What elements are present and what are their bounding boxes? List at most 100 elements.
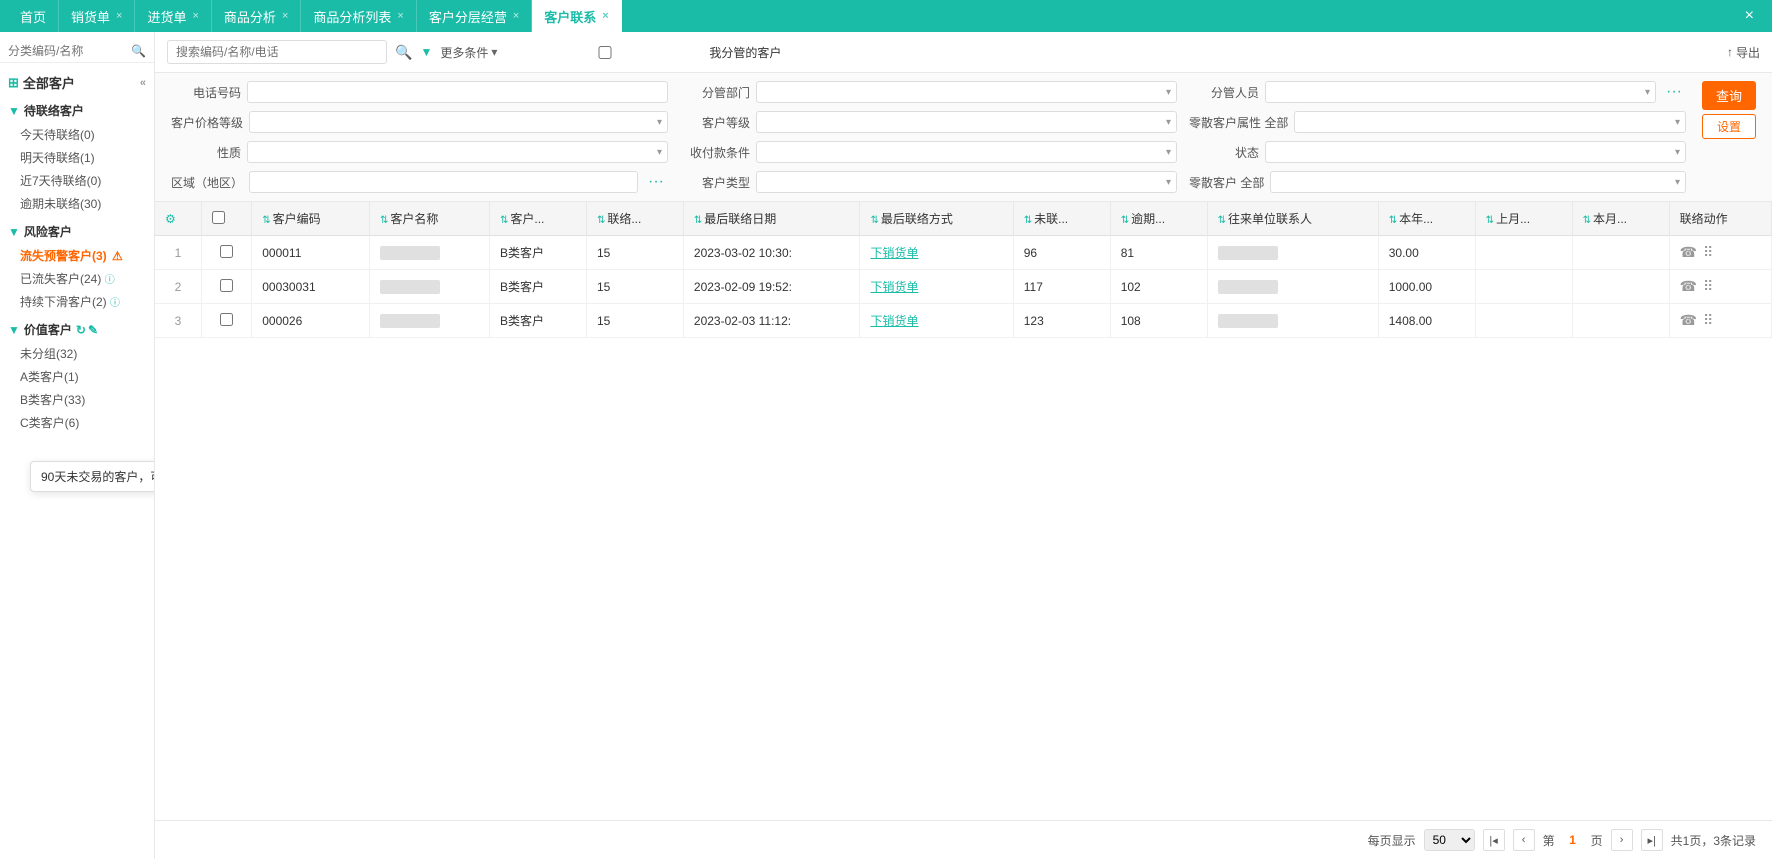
sidebar-item-churned[interactable]: 已流失客户(24) ⓘ <box>0 267 154 290</box>
nav-purchase-order[interactable]: 进货单 × <box>135 0 211 32</box>
contact-icon-3[interactable]: ☎ <box>1680 312 1697 329</box>
my-customers-checkbox-label[interactable]: 我分管的客户 <box>505 44 781 61</box>
th-unit-contact[interactable]: ⇅往来单位联系人 <box>1207 202 1378 236</box>
th-uncontacted[interactable]: ⇅未联... <box>1013 202 1110 236</box>
price-tier-select[interactable] <box>249 111 668 133</box>
next-page-btn[interactable]: › <box>1611 829 1633 851</box>
row-checkbox-2[interactable] <box>220 279 233 292</box>
blurred-unit-3 <box>1218 314 1278 328</box>
nature-select[interactable] <box>247 141 668 163</box>
last-way-link-3[interactable]: 下销货单 <box>870 314 918 328</box>
region-ellipsis[interactable]: ··· <box>644 173 668 191</box>
th-last-month[interactable]: ⇅上月... <box>1475 202 1572 236</box>
nav-home[interactable]: 首页 <box>8 0 59 32</box>
manager-ellipsis[interactable]: ··· <box>1662 83 1686 101</box>
sidebar-item-churn-warning[interactable]: 流失预警客户(3) ⚠ <box>0 244 154 267</box>
sidebar-search-icon[interactable]: 🔍 <box>131 44 146 58</box>
more-action-icon-2[interactable]: ⠿ <box>1703 278 1713 295</box>
row-checkbox-1[interactable] <box>220 245 233 258</box>
row-check-1[interactable] <box>201 236 251 270</box>
sidebar-item-declining[interactable]: 持续下滑客户(2) ⓘ <box>0 290 154 313</box>
nav-product-analysis-list[interactable]: 商品分析列表 × <box>301 0 416 32</box>
last-way-link-2[interactable]: 下销货单 <box>870 280 918 294</box>
more-action-icon-3[interactable]: ⠿ <box>1703 312 1713 329</box>
nav-product-analysis[interactable]: 商品分析 × <box>212 0 301 32</box>
sidebar-item-today[interactable]: 今天待联络(0) <box>0 123 154 146</box>
refresh-icon[interactable]: ↻ <box>76 323 86 337</box>
search-button[interactable]: 🔍 <box>395 44 412 61</box>
sidebar-item-ungroup[interactable]: 未分组(32) <box>0 342 154 365</box>
contact-icon-1[interactable]: ☎ <box>1680 244 1697 261</box>
my-customers-checkbox[interactable] <box>505 46 705 59</box>
th-last-date[interactable]: ⇅最后联络日期 <box>683 202 860 236</box>
sidebar-all-customers[interactable]: ⊞ 全部客户 « <box>0 67 154 98</box>
row-this-month-1 <box>1572 236 1669 270</box>
last-page-btn[interactable]: ▸| <box>1641 829 1663 851</box>
dept-select[interactable] <box>756 81 1177 103</box>
th-name[interactable]: ⇅客户名称 <box>369 202 489 236</box>
manager-select[interactable] <box>1265 81 1656 103</box>
sidebar-item-b-class[interactable]: B类客户(33) <box>0 388 154 411</box>
row-check-3[interactable] <box>201 304 251 338</box>
th-overdue[interactable]: ⇅逾期... <box>1110 202 1207 236</box>
th-contact[interactable]: ⇅联络... <box>586 202 683 236</box>
close-customer-contact[interactable]: × <box>602 10 608 22</box>
search-input[interactable] <box>167 40 387 64</box>
more-conditions-btn[interactable]: 更多条件 ▾ <box>440 44 497 61</box>
select-all-checkbox[interactable] <box>212 211 225 224</box>
retail-customer-select[interactable] <box>1270 171 1686 193</box>
close-customer-tier[interactable]: × <box>513 10 519 22</box>
th-this-month[interactable]: ⇅本月... <box>1572 202 1669 236</box>
settings-button[interactable]: 设置 <box>1702 114 1756 139</box>
sidebar-item-a-class[interactable]: A类客户(1) <box>0 365 154 388</box>
prev-page-btn[interactable]: ‹ <box>1513 829 1535 851</box>
retail-attr-select[interactable] <box>1294 111 1686 133</box>
customer-tier-select[interactable] <box>756 111 1177 133</box>
nav-sales-order[interactable]: 销货单 × <box>59 0 135 32</box>
first-page-btn[interactable]: |◂ <box>1483 829 1505 851</box>
export-button[interactable]: ↑ 导出 <box>1727 44 1760 61</box>
sidebar-item-7days[interactable]: 近7天待联络(0) <box>0 169 154 192</box>
th-this-year[interactable]: ⇅本年... <box>1378 202 1475 236</box>
row-way-3[interactable]: 下销货单 <box>860 304 1013 338</box>
close-product-analysis-list[interactable]: × <box>397 10 403 22</box>
th-type[interactable]: ⇅客户... <box>490 202 587 236</box>
close-product-analysis[interactable]: × <box>282 10 288 22</box>
filter-region: 区域（地区） ··· <box>171 171 668 193</box>
sidebar-collapse-btn[interactable]: « <box>140 77 146 89</box>
row-check-2[interactable] <box>201 270 251 304</box>
row-checkbox-3[interactable] <box>220 313 233 326</box>
sidebar-group-pending-title[interactable]: ▼ 待联络客户 <box>0 98 154 123</box>
th-last-way[interactable]: ⇅最后联络方式 <box>860 202 1013 236</box>
sidebar-group-value-title[interactable]: ▼ 价值客户 ↻ ✎ <box>0 317 154 342</box>
sidebar-item-overdue-contact[interactable]: 逾期未联络(30) <box>0 192 154 215</box>
window-close-button[interactable]: × <box>1735 7 1764 25</box>
close-sales-order[interactable]: × <box>116 10 122 22</box>
th-gear[interactable]: ⚙ <box>155 202 201 236</box>
nav-customer-contact[interactable]: 客户联系 × <box>532 0 621 32</box>
phone-input[interactable] <box>247 81 668 103</box>
nav-customer-tier[interactable]: 客户分层经营 × <box>417 0 532 32</box>
close-purchase-order[interactable]: × <box>192 10 198 22</box>
sidebar-item-c-class[interactable]: C类客户(6) <box>0 411 154 434</box>
gear-icon[interactable]: ⚙ <box>165 212 176 226</box>
sidebar-group-risk-title[interactable]: ▼ 风险客户 <box>0 219 154 244</box>
status-select[interactable] <box>1265 141 1686 163</box>
contact-icon-2[interactable]: ☎ <box>1680 278 1697 295</box>
row-way-2[interactable]: 下销货单 <box>860 270 1013 304</box>
query-button[interactable]: 查询 <box>1702 81 1756 110</box>
th-check[interactable] <box>201 202 251 236</box>
more-action-icon-1[interactable]: ⠿ <box>1703 244 1713 261</box>
sidebar-item-tomorrow[interactable]: 明天待联络(1) <box>0 146 154 169</box>
edit-icon[interactable]: ✎ <box>88 323 98 337</box>
filter-nature: 性质 ▾ <box>171 141 668 163</box>
sidebar-search-input[interactable] <box>8 44 131 58</box>
th-code[interactable]: ⇅客户编码 <box>252 202 370 236</box>
payment-select[interactable] <box>756 141 1177 163</box>
per-page-select[interactable]: 50 100 200 <box>1424 829 1475 851</box>
region-input[interactable] <box>249 171 638 193</box>
row-way-1[interactable]: 下销货单 <box>860 236 1013 270</box>
last-way-link-1[interactable]: 下销货单 <box>870 246 918 260</box>
customer-type-select[interactable] <box>756 171 1177 193</box>
action-icons-3: ☎ ⠿ <box>1680 312 1761 329</box>
